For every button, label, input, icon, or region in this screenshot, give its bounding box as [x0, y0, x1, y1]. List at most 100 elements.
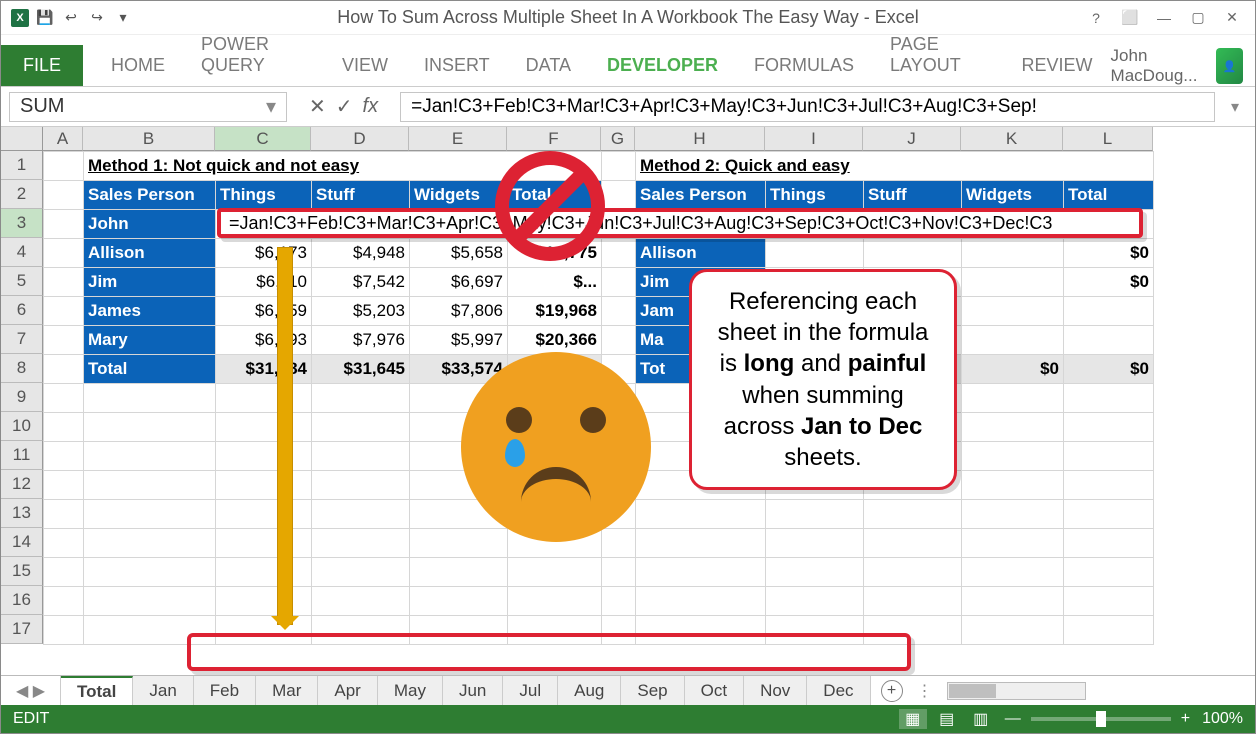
tab-power-query[interactable]: POWER QUERY — [183, 24, 324, 86]
cell[interactable]: Widgets — [410, 181, 508, 210]
cell[interactable] — [216, 529, 312, 558]
view-normal-icon[interactable]: ▦ — [899, 709, 927, 729]
method2-title[interactable]: Method 2: Quick and easy — [636, 152, 1154, 181]
cell[interactable]: $5,997 — [410, 326, 508, 355]
cell[interactable] — [962, 239, 1064, 268]
cell[interactable] — [1064, 471, 1154, 500]
cell[interactable] — [766, 239, 864, 268]
qat-dropdown-icon[interactable]: ▾ — [113, 8, 133, 28]
cell[interactable] — [766, 616, 864, 645]
cell[interactable] — [84, 471, 216, 500]
cell[interactable] — [312, 587, 410, 616]
cell[interactable] — [44, 239, 84, 268]
undo-icon[interactable]: ↩ — [61, 8, 81, 28]
row-header-9[interactable]: 9 — [1, 383, 43, 412]
cancel-formula-icon[interactable]: ✕ — [309, 94, 326, 119]
tab-review[interactable]: REVIEW — [1004, 45, 1111, 86]
column-header-C[interactable]: C — [215, 127, 311, 151]
cell[interactable] — [216, 413, 312, 442]
cell[interactable] — [44, 529, 84, 558]
minimize-icon[interactable]: — — [1151, 5, 1177, 31]
sheet-tab-jul[interactable]: Jul — [503, 676, 558, 705]
cell[interactable] — [508, 616, 602, 645]
cell[interactable] — [962, 297, 1064, 326]
cell[interactable] — [602, 268, 636, 297]
tab-insert[interactable]: INSERT — [406, 45, 508, 86]
cell[interactable] — [962, 529, 1064, 558]
cell[interactable]: $16,775 — [508, 239, 602, 268]
cell[interactable]: $6,159 — [216, 297, 312, 326]
cell[interactable] — [84, 587, 216, 616]
maximize-icon[interactable]: ▢ — [1185, 5, 1211, 31]
cell[interactable] — [84, 384, 216, 413]
cell[interactable] — [1064, 297, 1154, 326]
cell[interactable] — [44, 268, 84, 297]
cell[interactable] — [636, 616, 766, 645]
cell[interactable]: Sales Person — [636, 181, 766, 210]
sheet-tab-may[interactable]: May — [378, 676, 443, 705]
row-header-1[interactable]: 1 — [1, 151, 43, 180]
sheet-tab-total[interactable]: Total — [61, 676, 133, 705]
cell[interactable] — [864, 558, 962, 587]
cell[interactable] — [84, 529, 216, 558]
cell[interactable] — [84, 442, 216, 471]
close-icon[interactable]: ✕ — [1219, 5, 1245, 31]
cell[interactable] — [44, 355, 84, 384]
cell[interactable] — [44, 471, 84, 500]
cell[interactable] — [1064, 616, 1154, 645]
cell[interactable]: Things — [766, 181, 864, 210]
column-header-A[interactable]: A — [43, 127, 83, 151]
cell[interactable] — [602, 326, 636, 355]
cell[interactable] — [962, 558, 1064, 587]
tab-view[interactable]: VIEW — [324, 45, 406, 86]
cell[interactable]: $0 — [962, 355, 1064, 384]
column-header-L[interactable]: L — [1063, 127, 1153, 151]
row-header-7[interactable]: 7 — [1, 325, 43, 354]
horizontal-scrollbar[interactable] — [947, 682, 1086, 700]
row-header-13[interactable]: 13 — [1, 499, 43, 528]
cell[interactable] — [410, 587, 508, 616]
cell[interactable]: Total — [84, 355, 216, 384]
cell[interactable]: $... — [508, 268, 602, 297]
cell[interactable] — [1064, 326, 1154, 355]
cell[interactable] — [508, 587, 602, 616]
cell[interactable] — [1064, 587, 1154, 616]
cell[interactable] — [44, 152, 84, 181]
cell[interactable] — [312, 471, 410, 500]
cell[interactable] — [1064, 413, 1154, 442]
cell[interactable] — [962, 413, 1064, 442]
tab-data[interactable]: DATA — [508, 45, 589, 86]
cell[interactable] — [312, 384, 410, 413]
cell[interactable] — [962, 268, 1064, 297]
sheet-tab-aug[interactable]: Aug — [558, 676, 621, 705]
row-header-3[interactable]: 3 — [1, 209, 43, 238]
cell[interactable]: $7,976 — [312, 326, 410, 355]
column-header-H[interactable]: H — [635, 127, 765, 151]
sheet-tab-oct[interactable]: Oct — [685, 676, 744, 705]
cell[interactable] — [602, 587, 636, 616]
row-header-8[interactable]: 8 — [1, 354, 43, 383]
row-header-10[interactable]: 10 — [1, 412, 43, 441]
cell[interactable]: $7,806 — [410, 297, 508, 326]
cell[interactable] — [962, 384, 1064, 413]
cell[interactable] — [44, 558, 84, 587]
tab-split-handle[interactable]: ⋮ — [917, 681, 933, 701]
cell[interactable]: $20,366 — [508, 326, 602, 355]
sheet-tab-mar[interactable]: Mar — [256, 676, 318, 705]
account-area[interactable]: John MacDoug... 👤 — [1111, 46, 1255, 86]
cell[interactable] — [864, 529, 962, 558]
cell[interactable]: Things — [216, 181, 312, 210]
cell[interactable]: $4,948 — [312, 239, 410, 268]
tab-formulas[interactable]: FORMULAS — [736, 45, 872, 86]
new-sheet-button[interactable]: + — [881, 680, 903, 702]
row-header-2[interactable]: 2 — [1, 180, 43, 209]
column-header-E[interactable]: E — [409, 127, 507, 151]
cell[interactable] — [766, 529, 864, 558]
cell[interactable]: Stuff — [312, 181, 410, 210]
cell[interactable]: Allison — [636, 239, 766, 268]
cell[interactable] — [84, 558, 216, 587]
cell[interactable]: $0 — [1064, 355, 1154, 384]
column-header-K[interactable]: K — [961, 127, 1063, 151]
redo-icon[interactable]: ↪ — [87, 8, 107, 28]
column-header-F[interactable]: F — [507, 127, 601, 151]
